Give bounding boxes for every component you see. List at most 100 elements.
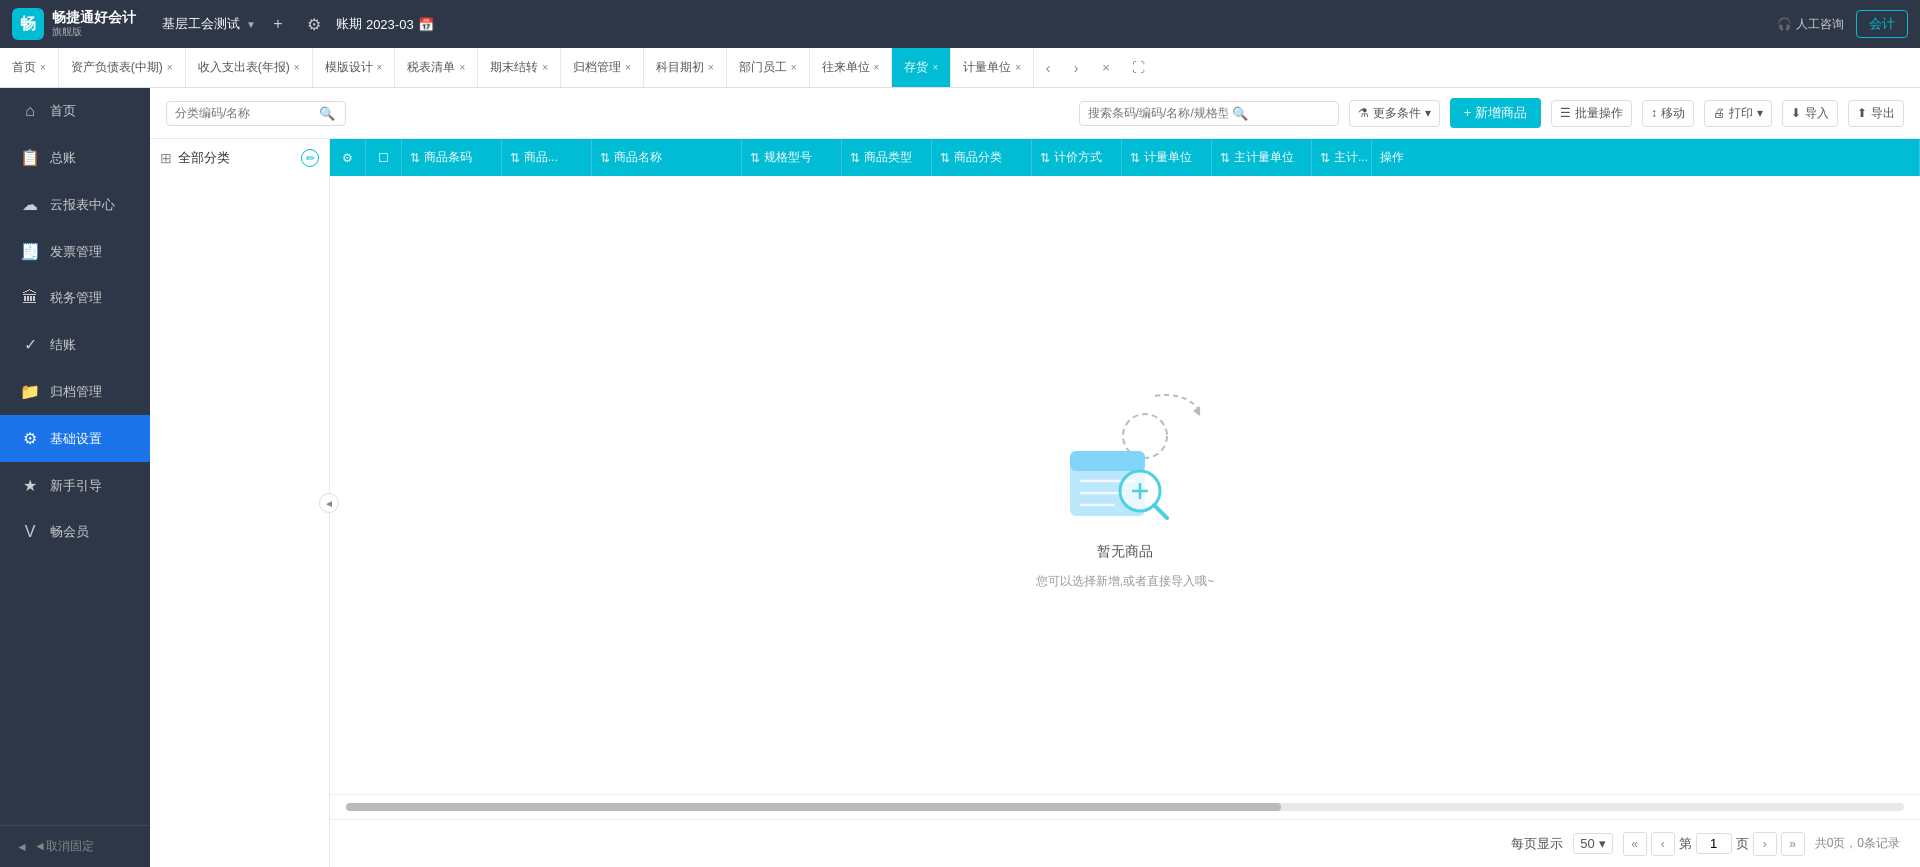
export-button[interactable]: ⬆ 导出 <box>1848 100 1904 127</box>
first-page-button[interactable]: « <box>1623 832 1647 856</box>
horizontal-scrollbar[interactable] <box>346 803 1904 811</box>
add-tab-button[interactable]: + <box>264 10 292 38</box>
export-icon: ⬆ <box>1857 106 1867 120</box>
calendar-icon[interactable]: 📅 <box>418 17 434 32</box>
edit-category-icon[interactable]: ✏ <box>301 149 319 167</box>
tab-contacts[interactable]: 往来单位 × <box>810 48 893 87</box>
tab-income[interactable]: 收入支出表(年报) × <box>186 48 313 87</box>
tab-close-icon[interactable]: × <box>294 62 300 73</box>
logo-text: 畅捷通好会计 旗舰版 <box>52 9 136 40</box>
tab-template[interactable]: 模版设计 × <box>313 48 396 87</box>
th-operation: 操作 <box>1372 139 1920 176</box>
svg-line-8 <box>1154 505 1167 518</box>
tab-unit[interactable]: 计量单位 × <box>951 48 1034 87</box>
table-search-input[interactable] <box>1088 106 1228 120</box>
next-page-button[interactable]: › <box>1753 832 1777 856</box>
sidebar-item-member[interactable]: V 畅会员 <box>0 509 150 555</box>
cloud-icon: ☁ <box>20 195 40 214</box>
sidebar-collapse-button[interactable]: ◄ ◄取消固定 <box>0 825 150 867</box>
tab-period-close[interactable]: 期末结转 × <box>478 48 561 87</box>
account-button[interactable]: 会计 <box>1856 10 1908 38</box>
all-category-label: 全部分类 <box>178 149 230 167</box>
sidebar-item-cloud-report[interactable]: ☁ 云报表中心 <box>0 181 150 228</box>
th-main-unit[interactable]: ⇅主计量单位 <box>1212 139 1312 176</box>
sidebar-item-home[interactable]: ⌂ 首页 <box>0 88 150 134</box>
svg-rect-3 <box>1070 451 1145 471</box>
tab-inventory[interactable]: 存货 × <box>892 48 951 87</box>
folder-icon: 📁 <box>20 382 40 401</box>
scrollbar-thumb[interactable] <box>346 803 1281 811</box>
close-all-tabs-button[interactable]: × <box>1090 48 1122 87</box>
tab-close-icon[interactable]: × <box>459 62 465 73</box>
pagination: 每页显示 50 ▾ « ‹ 第 页 › » 共0页，0条记录 <box>330 819 1920 867</box>
table-search-box[interactable]: 🔍 <box>1079 101 1339 126</box>
th-spec[interactable]: ⇅规格型号 <box>742 139 842 176</box>
page-body: ⊞ 全部分类 ✏ ◄ ⚙ ☐ ⇅商品条码 <box>150 139 1920 867</box>
tab-dept-staff[interactable]: 部门员工 × <box>727 48 810 87</box>
page-number-input[interactable] <box>1696 833 1732 854</box>
th-settings[interactable]: ⚙ <box>330 139 366 176</box>
sidebar-item-guide[interactable]: ★ 新手引导 <box>0 462 150 509</box>
th-extra-col[interactable]: ⇅主计... <box>1312 139 1372 176</box>
collapse-panel-button[interactable]: ◄ <box>319 493 339 513</box>
th-barcode[interactable]: ⇅商品条码 <box>402 139 502 176</box>
checkmark-icon: ✓ <box>20 335 40 354</box>
search-icon[interactable]: 🔍 <box>1232 106 1248 121</box>
sidebar-item-invoice[interactable]: 🧾 发票管理 <box>0 228 150 275</box>
tab-close-icon[interactable]: × <box>708 62 714 73</box>
filter-icon: ⚗ <box>1358 106 1369 120</box>
tab-close-icon[interactable]: × <box>377 62 383 73</box>
th-category[interactable]: ⇅商品分类 <box>932 139 1032 176</box>
tab-taxform[interactable]: 税表清单 × <box>395 48 478 87</box>
per-page-select[interactable]: 50 ▾ <box>1573 833 1612 854</box>
sidebar-item-close[interactable]: ✓ 结账 <box>0 321 150 368</box>
th-product-type[interactable]: ⇅商品类型 <box>842 139 932 176</box>
tab-close-icon[interactable]: × <box>791 62 797 73</box>
logo-icon: 畅 <box>12 8 44 40</box>
th-price-method[interactable]: ⇅计价方式 <box>1032 139 1122 176</box>
print-button[interactable]: 🖨 打印 ▾ <box>1704 100 1772 127</box>
horizontal-scrollbar-area <box>330 794 1920 819</box>
tab-close-icon[interactable]: × <box>1015 62 1021 73</box>
tab-close-icon[interactable]: × <box>542 62 548 73</box>
sidebar-item-settings[interactable]: ⚙ 基础设置 <box>0 415 150 462</box>
th-unit[interactable]: ⇅计量单位 <box>1122 139 1212 176</box>
period-info: 账期 2023-03 📅 <box>336 15 434 33</box>
tab-close-icon[interactable]: × <box>932 62 938 73</box>
filter-button[interactable]: ⚗ 更多条件 ▾ <box>1349 100 1440 127</box>
expand-tab-button[interactable]: ⛶ <box>1122 48 1154 87</box>
move-button[interactable]: ↕ 移动 <box>1642 100 1694 127</box>
last-page-button[interactable]: » <box>1781 832 1805 856</box>
tab-close-icon[interactable]: × <box>874 62 880 73</box>
grid-icon: ⊞ <box>160 150 172 166</box>
tab-close-icon[interactable]: × <box>40 62 46 73</box>
tab-subject-init[interactable]: 科目期初 × <box>644 48 727 87</box>
th-product-code[interactable]: ⇅商品... <box>502 139 592 176</box>
th-checkbox[interactable]: ☐ <box>366 139 402 176</box>
tab-archive[interactable]: 归档管理 × <box>561 48 644 87</box>
prev-page-button[interactable]: ‹ <box>1651 832 1675 856</box>
category-actions: ✏ <box>301 149 319 167</box>
total-records-label: 共0页，0条记录 <box>1815 835 1900 852</box>
service-button[interactable]: 🎧 人工咨询 <box>1777 16 1844 33</box>
import-button[interactable]: ⬇ 导入 <box>1782 100 1838 127</box>
batch-operation-button[interactable]: ☰ 批量操作 <box>1551 100 1632 127</box>
th-product-name[interactable]: ⇅商品名称 <box>592 139 742 176</box>
header-middle: 基层工会测试 ▼ + ⚙ 账期 2023-03 📅 <box>162 10 1777 38</box>
category-search-input[interactable] <box>175 106 315 120</box>
settings-icon[interactable]: ⚙ <box>300 10 328 38</box>
sidebar-item-ledger[interactable]: 📋 总账 <box>0 134 150 181</box>
company-selector[interactable]: 基层工会测试 ▼ <box>162 15 256 33</box>
tab-next-button[interactable]: › <box>1062 48 1090 87</box>
tab-close-icon[interactable]: × <box>167 62 173 73</box>
sidebar-item-archive[interactable]: 📁 归档管理 <box>0 368 150 415</box>
tab-close-icon[interactable]: × <box>625 62 631 73</box>
tab-prev-button[interactable]: ‹ <box>1034 48 1062 87</box>
chevron-down-icon: ▾ <box>1757 106 1763 120</box>
sidebar-item-tax[interactable]: 🏛 税务管理 <box>0 275 150 321</box>
tab-home[interactable]: 首页 × <box>0 48 59 87</box>
search-icon[interactable]: 🔍 <box>319 106 335 121</box>
category-search-box[interactable]: 🔍 <box>166 101 346 126</box>
tab-balance-sheet[interactable]: 资产负债表(中期) × <box>59 48 186 87</box>
add-product-button[interactable]: + 新增商品 <box>1450 98 1541 128</box>
